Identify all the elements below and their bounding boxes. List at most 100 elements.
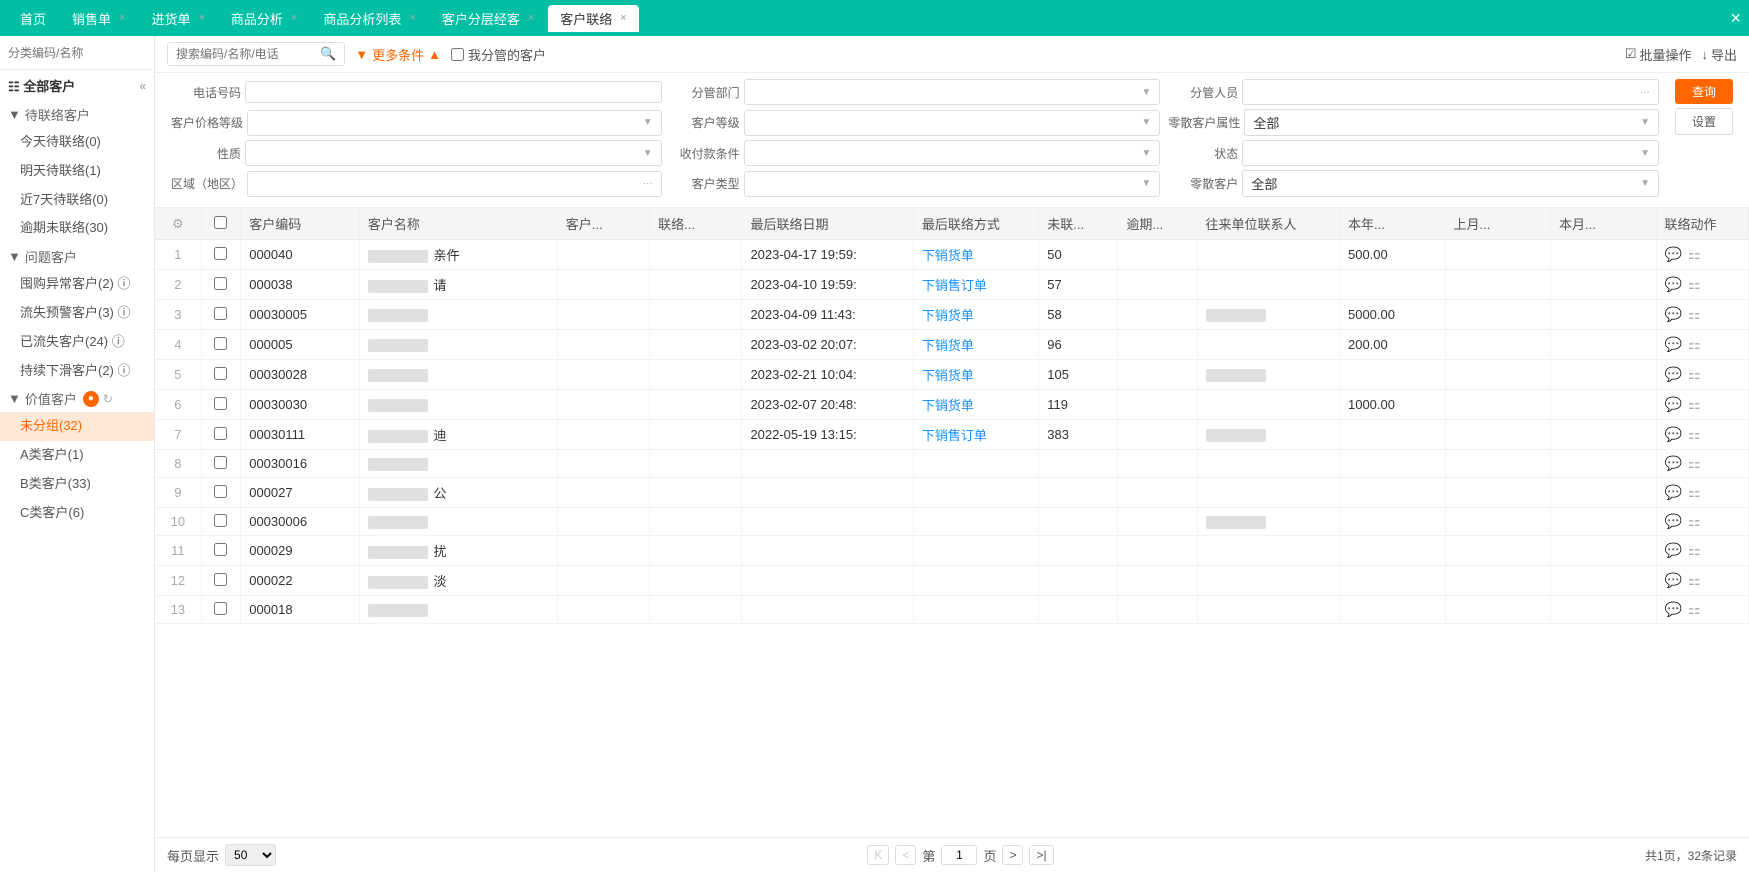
row-check[interactable] bbox=[201, 300, 241, 330]
table-gear-icon[interactable]: ⚙ bbox=[172, 216, 184, 231]
tab-customer-segment[interactable]: 客户分层经客 × bbox=[430, 5, 546, 32]
tab-product-analysis[interactable]: 商品分析 × bbox=[219, 5, 309, 32]
my-customers-checkbox[interactable]: 我分管的客户 bbox=[451, 45, 546, 64]
action-more-icon[interactable]: ⚏ bbox=[1688, 246, 1701, 263]
row-check[interactable] bbox=[201, 420, 241, 450]
filter-region-select[interactable]: ··· bbox=[247, 171, 662, 197]
tab-customer-contact[interactable]: 客户联络 × bbox=[548, 5, 638, 32]
sidebar-item-lost[interactable]: 已流失客户(24) ⓘ bbox=[0, 328, 154, 357]
action-chat-icon[interactable]: 💬 bbox=[1665, 542, 1682, 559]
filter-search-icon[interactable]: 🔍 bbox=[320, 46, 336, 62]
row-check[interactable] bbox=[201, 478, 241, 508]
filter-price-level-select[interactable]: ▼ bbox=[247, 110, 662, 136]
sidebar-item-churn-risk[interactable]: 流失预警客户(3) ⓘ bbox=[0, 299, 154, 328]
sidebar-item-tomorrow[interactable]: 明天待联络(1) bbox=[0, 157, 154, 186]
action-chat-icon[interactable]: 💬 bbox=[1665, 455, 1682, 472]
next-page-button[interactable]: > bbox=[1002, 845, 1023, 865]
action-chat-icon[interactable]: 💬 bbox=[1665, 246, 1682, 263]
last-method-link[interactable]: 下销售订单 bbox=[922, 278, 987, 293]
row-check[interactable] bbox=[201, 508, 241, 536]
reset-button[interactable]: 设置 bbox=[1675, 108, 1733, 135]
filter-status-select[interactable]: ▼ bbox=[1242, 140, 1659, 166]
export-button[interactable]: ↓ 导出 bbox=[1701, 45, 1737, 64]
tab-sales[interactable]: 销售单 × bbox=[60, 5, 137, 32]
filter-retail-select[interactable]: 全部 ▼ bbox=[1242, 170, 1659, 197]
all-customers-header[interactable]: ☷ 全部客户 « bbox=[0, 70, 154, 101]
value-section-header[interactable]: ▼ 价值客户 ● ↻ bbox=[0, 385, 154, 412]
action-more-icon[interactable]: ⚏ bbox=[1688, 572, 1701, 589]
refresh-icon[interactable]: ↻ bbox=[103, 392, 113, 406]
action-chat-icon[interactable]: 💬 bbox=[1665, 396, 1682, 413]
sidebar-search-input[interactable] bbox=[8, 46, 155, 60]
row-check[interactable] bbox=[201, 566, 241, 596]
tab-customer-segment-close[interactable]: × bbox=[528, 12, 534, 24]
action-chat-icon[interactable]: 💬 bbox=[1665, 572, 1682, 589]
action-chat-icon[interactable]: 💬 bbox=[1665, 484, 1682, 501]
action-more-icon[interactable]: ⚏ bbox=[1688, 455, 1701, 472]
action-chat-icon[interactable]: 💬 bbox=[1665, 426, 1682, 443]
tab-sales-close[interactable]: × bbox=[119, 12, 125, 24]
row-check[interactable] bbox=[201, 240, 241, 270]
row-check[interactable] bbox=[201, 270, 241, 300]
close-all-button[interactable]: × bbox=[1730, 8, 1741, 29]
last-method-link[interactable]: 下销售订单 bbox=[922, 428, 987, 443]
filter-customer-type-select[interactable]: ▼ bbox=[744, 171, 1161, 197]
col-header-gear[interactable]: ⚙ bbox=[155, 208, 201, 240]
query-button[interactable]: 查询 bbox=[1675, 79, 1733, 104]
filter-retail-attr-select[interactable]: 全部 ▼ bbox=[1244, 109, 1659, 136]
sidebar-item-classA[interactable]: A类客户(1) bbox=[0, 441, 154, 470]
batch-op-button[interactable]: ☑ 批量操作 bbox=[1625, 45, 1692, 64]
prev-page-button[interactable]: < bbox=[895, 845, 916, 865]
action-more-icon[interactable]: ⚏ bbox=[1688, 513, 1701, 530]
action-chat-icon[interactable]: 💬 bbox=[1665, 306, 1682, 323]
sidebar-item-abnormal[interactable]: 囤购异常客户(2) ⓘ bbox=[0, 270, 154, 299]
action-more-icon[interactable]: ⚏ bbox=[1688, 366, 1701, 383]
action-chat-icon[interactable]: 💬 bbox=[1665, 513, 1682, 530]
last-method-link[interactable]: 下销货单 bbox=[922, 308, 974, 323]
row-check[interactable] bbox=[201, 360, 241, 390]
row-check[interactable] bbox=[201, 450, 241, 478]
sidebar-item-overdue[interactable]: 逾期未联络(30) bbox=[0, 214, 154, 243]
page-number-input[interactable] bbox=[941, 845, 977, 865]
per-page-select[interactable]: 50 100 200 bbox=[225, 844, 276, 866]
last-method-link[interactable]: 下销货单 bbox=[922, 248, 974, 263]
action-more-icon[interactable]: ⚏ bbox=[1688, 276, 1701, 293]
tab-product-analysis-list-close[interactable]: × bbox=[409, 12, 415, 24]
tab-purchase[interactable]: 进货单 × bbox=[139, 5, 216, 32]
first-page-button[interactable]: K bbox=[867, 845, 889, 865]
tab-home[interactable]: 首页 bbox=[8, 5, 58, 32]
tab-product-analysis-list[interactable]: 商品分析列表 × bbox=[311, 5, 427, 32]
last-method-link[interactable]: 下销货单 bbox=[922, 368, 974, 383]
filter-dept-select[interactable]: ▼ bbox=[744, 79, 1161, 105]
last-method-link[interactable]: 下销货单 bbox=[922, 398, 974, 413]
sidebar-collapse-button[interactable]: « bbox=[139, 79, 146, 93]
problem-section-header[interactable]: ▼ 问题客户 bbox=[0, 243, 154, 270]
filter-customer-level-select[interactable]: ▼ bbox=[744, 110, 1161, 136]
my-customers-check[interactable] bbox=[451, 48, 464, 61]
row-check[interactable] bbox=[201, 390, 241, 420]
action-chat-icon[interactable]: 💬 bbox=[1665, 366, 1682, 383]
action-chat-icon[interactable]: 💬 bbox=[1665, 601, 1682, 618]
last-method-link[interactable]: 下销货单 bbox=[922, 338, 974, 353]
sidebar-item-week[interactable]: 近7天待联络(0) bbox=[0, 186, 154, 215]
tab-customer-contact-close[interactable]: × bbox=[620, 12, 626, 24]
more-conditions-button[interactable]: ▼ 更多条件 ▲ bbox=[355, 45, 441, 64]
row-check[interactable] bbox=[201, 330, 241, 360]
sidebar-item-classC[interactable]: C类客户(6) bbox=[0, 499, 154, 528]
col-header-check[interactable] bbox=[201, 208, 241, 240]
select-all-checkbox[interactable] bbox=[214, 216, 227, 229]
sidebar-item-inactive[interactable]: 持续下滑客户(2) ⓘ bbox=[0, 357, 154, 386]
action-more-icon[interactable]: ⚏ bbox=[1688, 306, 1701, 323]
action-chat-icon[interactable]: 💬 bbox=[1665, 276, 1682, 293]
tab-product-analysis-close[interactable]: × bbox=[291, 12, 297, 24]
pending-section-header[interactable]: ▼ 待联络客户 bbox=[0, 101, 154, 128]
action-more-icon[interactable]: ⚏ bbox=[1688, 396, 1701, 413]
action-more-icon[interactable]: ⚏ bbox=[1688, 484, 1701, 501]
action-chat-icon[interactable]: 💬 bbox=[1665, 336, 1682, 353]
action-more-icon[interactable]: ⚏ bbox=[1688, 542, 1701, 559]
row-check[interactable] bbox=[201, 536, 241, 566]
sidebar-item-today[interactable]: 今天待联络(0) bbox=[0, 128, 154, 157]
sidebar-item-unclassified[interactable]: 未分组(32) bbox=[0, 412, 154, 441]
last-page-button[interactable]: >| bbox=[1029, 845, 1053, 865]
filter-phone-input[interactable] bbox=[245, 81, 662, 103]
